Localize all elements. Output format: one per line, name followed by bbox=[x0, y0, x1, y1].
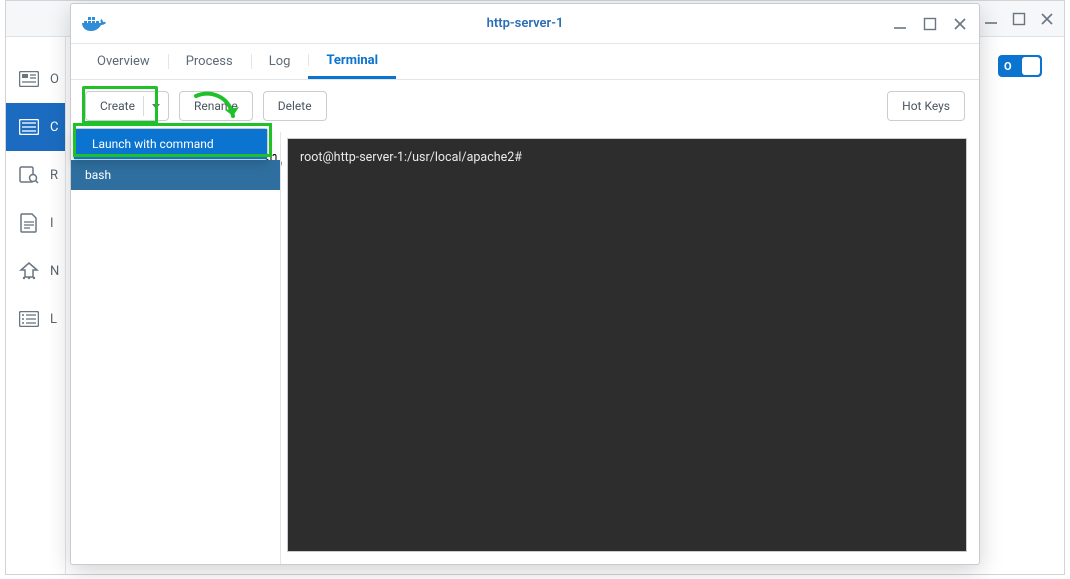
create-button[interactable]: Create bbox=[85, 91, 169, 121]
background-sidebar: O C R I N bbox=[6, 37, 66, 574]
create-button-label: Create bbox=[100, 99, 135, 113]
doc-lines-icon bbox=[18, 213, 40, 233]
menu-item-launch-with-command[interactable]: Launch with command bbox=[74, 129, 267, 159]
delete-button[interactable]: Delete bbox=[263, 91, 327, 121]
bg-sidebar-label-3: I bbox=[50, 216, 54, 231]
minimize-icon[interactable] bbox=[893, 17, 907, 31]
split-divider bbox=[143, 96, 144, 116]
close-icon[interactable] bbox=[953, 17, 967, 31]
bg-running-toggle[interactable]: O bbox=[998, 55, 1042, 77]
terminal-pane: root@http-server-1:/usr/local/apache2# bbox=[281, 132, 979, 564]
bg-sidebar-item-1[interactable]: C bbox=[6, 103, 65, 151]
bg-sidebar-item-2[interactable]: R bbox=[6, 151, 65, 199]
container-window: http-server-1 Overview Process Log Termi… bbox=[70, 3, 980, 565]
list-icon bbox=[18, 117, 40, 137]
rename-button[interactable]: Rename bbox=[179, 91, 253, 121]
tab-overview[interactable]: Overview bbox=[79, 44, 168, 79]
network-icon bbox=[18, 261, 40, 281]
tab-log-label: Log bbox=[269, 54, 291, 69]
content-area: Launch with command bash root@http-serve… bbox=[71, 132, 979, 564]
log-icon bbox=[18, 309, 40, 329]
bg-sidebar-item-5[interactable]: L bbox=[6, 295, 65, 343]
menu-item-label: Launch with command bbox=[92, 137, 214, 151]
tab-bar: Overview Process Log Terminal bbox=[71, 44, 979, 80]
chevron-down-icon[interactable] bbox=[152, 104, 160, 109]
hotkeys-button-label: Hot Keys bbox=[902, 99, 950, 113]
bg-sidebar-label-1: C bbox=[50, 120, 58, 135]
container-titlebar[interactable]: http-server-1 bbox=[71, 4, 979, 44]
bg-sidebar-label-0: O bbox=[50, 72, 59, 87]
terminal-output[interactable]: root@http-server-1:/usr/local/apache2# bbox=[287, 138, 967, 552]
terminal-list-panel: Launch with command bash bbox=[71, 132, 281, 564]
terminal-list-item-label: bash bbox=[85, 168, 111, 182]
terminal-prompt: root@http-server-1:/usr/local/apache2# bbox=[300, 150, 522, 165]
bg-maximize-icon[interactable] bbox=[1012, 12, 1026, 26]
search-doc-icon bbox=[18, 165, 40, 185]
window-title: http-server-1 bbox=[71, 16, 979, 31]
tab-log[interactable]: Log bbox=[251, 44, 309, 79]
bg-sidebar-label-4: N bbox=[50, 264, 59, 279]
delete-button-label: Delete bbox=[278, 99, 312, 113]
bg-sidebar-item-4[interactable]: N bbox=[6, 247, 65, 295]
terminal-list-item-bash[interactable]: bash bbox=[71, 160, 280, 190]
tab-overview-label: Overview bbox=[97, 54, 150, 69]
rename-button-label: Rename bbox=[194, 99, 238, 113]
bg-sidebar-item-0[interactable]: O bbox=[6, 55, 65, 103]
docker-whale-icon bbox=[81, 13, 107, 35]
bg-minimize-icon[interactable] bbox=[984, 12, 998, 26]
bg-toggle-label: O bbox=[1004, 60, 1012, 73]
bg-sidebar-item-3[interactable]: I bbox=[6, 199, 65, 247]
bg-close-icon[interactable] bbox=[1040, 12, 1054, 26]
card-icon bbox=[18, 69, 40, 89]
tab-process[interactable]: Process bbox=[168, 44, 251, 79]
tab-terminal-label: Terminal bbox=[326, 53, 378, 68]
toggle-knob bbox=[1022, 57, 1040, 75]
action-bar: Create Rename Delete Hot Keys bbox=[71, 80, 979, 132]
create-dropdown: Launch with command bbox=[73, 128, 268, 160]
maximize-icon[interactable] bbox=[923, 17, 937, 31]
bg-sidebar-label-5: L bbox=[50, 312, 57, 327]
tab-process-label: Process bbox=[186, 54, 233, 69]
hotkeys-button[interactable]: Hot Keys bbox=[887, 91, 965, 121]
tab-terminal[interactable]: Terminal bbox=[308, 44, 396, 79]
bg-sidebar-label-2: R bbox=[50, 168, 58, 183]
